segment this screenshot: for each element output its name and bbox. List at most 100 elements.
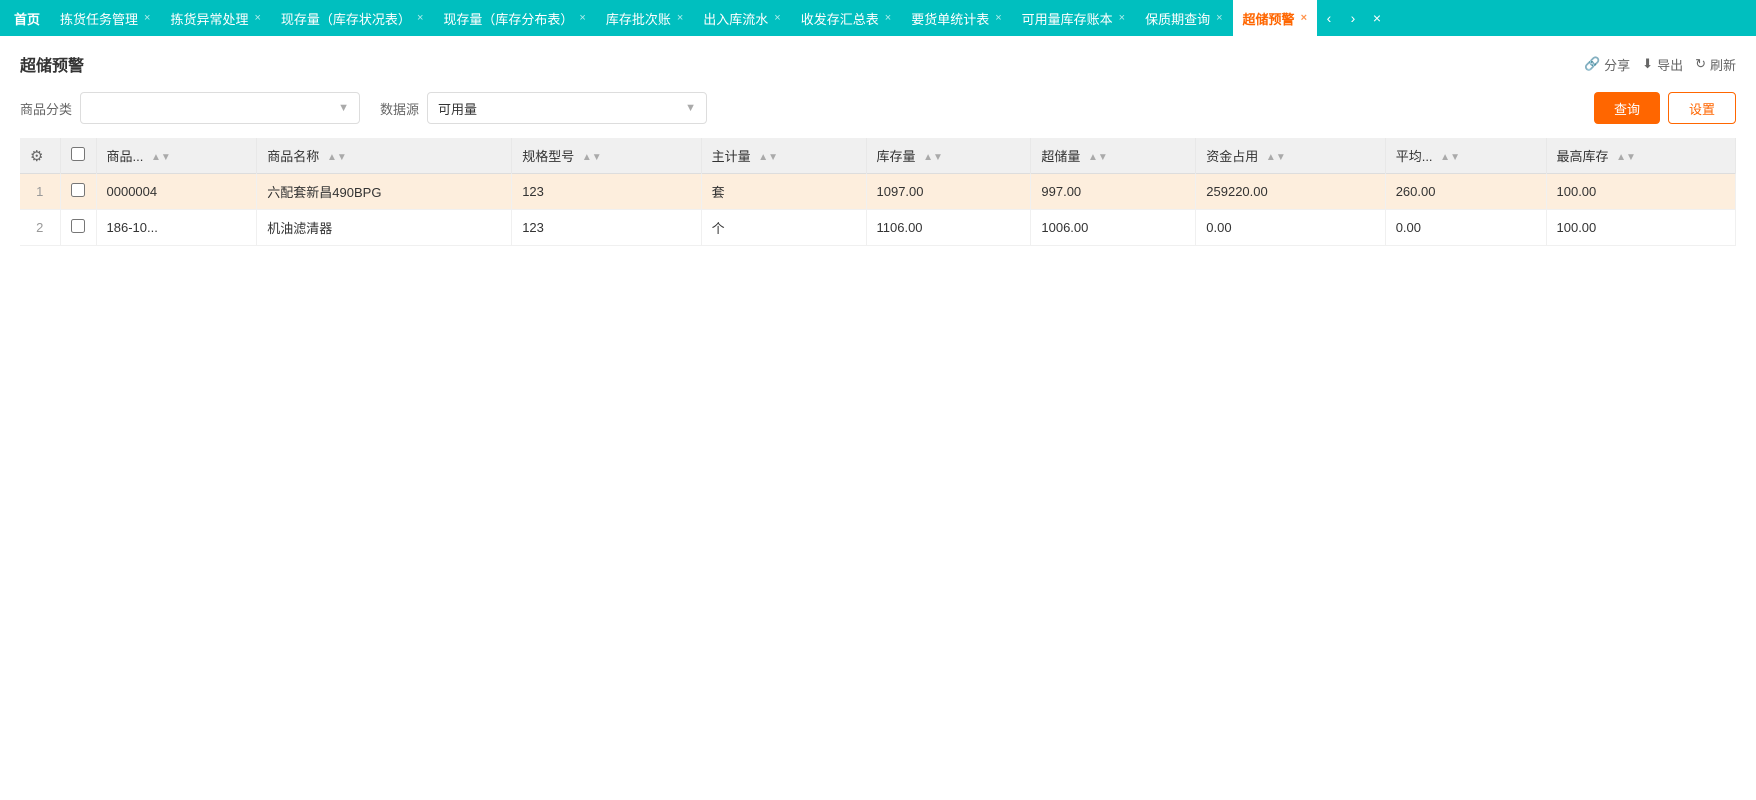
header-row: ⚙ 商品... ▲▼ 商品名称 ▲▼ 规格型号 ▲▼ 主计 bbox=[20, 138, 1736, 174]
col-overstock[interactable]: 超储量 ▲▼ bbox=[1031, 138, 1196, 174]
close-icon[interactable]: × bbox=[1216, 12, 1222, 24]
table-header: ⚙ 商品... ▲▼ 商品名称 ▲▼ 规格型号 ▲▼ 主计 bbox=[20, 138, 1736, 174]
close-icon[interactable]: × bbox=[885, 12, 891, 24]
cell-product-name: 六配套新昌490BPG bbox=[257, 174, 512, 210]
page-header: 超储预警 🔗 分享 ⬇ 导出 ↻ 刷新 bbox=[20, 52, 1736, 76]
header-actions: 🔗 分享 ⬇ 导出 ↻ 刷新 bbox=[1584, 55, 1736, 74]
datasource-label: 数据源 bbox=[380, 99, 419, 118]
top-nav: 首页 拣货任务管理 × 拣货异常处理 × 现存量（库存状况表） × 现存量（库存… bbox=[0, 0, 1756, 36]
cell-stock: 1106.00 bbox=[866, 210, 1031, 246]
close-icon[interactable]: × bbox=[417, 12, 423, 24]
col-max-stock[interactable]: 最高库存 ▲▼ bbox=[1546, 138, 1736, 174]
datasource-value: 可用量 bbox=[438, 99, 477, 118]
nav-item-in-out-flow[interactable]: 出入库流水 × bbox=[693, 0, 790, 36]
category-label: 商品分类 bbox=[20, 99, 72, 118]
cell-spec: 123 bbox=[512, 210, 701, 246]
table-row: 1 0000004 六配套新昌490BPG 123 套 1097.00 997.… bbox=[20, 174, 1736, 210]
sort-icon: ▲▼ bbox=[582, 153, 602, 163]
nav-item-order-stat[interactable]: 要货单统计表 × bbox=[901, 0, 1011, 36]
share-icon: 🔗 bbox=[1584, 56, 1600, 72]
close-icon[interactable]: × bbox=[144, 12, 150, 24]
cell-max-stock: 100.00 bbox=[1546, 210, 1736, 246]
nav-item-home[interactable]: 首页 bbox=[4, 0, 50, 36]
row-checkbox-cell bbox=[60, 174, 96, 210]
col-capital[interactable]: 资金占用 ▲▼ bbox=[1196, 138, 1385, 174]
row-checkbox[interactable] bbox=[71, 183, 85, 197]
nav-item-stock-dist[interactable]: 现存量（库存分布表） × bbox=[433, 0, 595, 36]
row-checkbox-cell bbox=[60, 210, 96, 246]
close-icon[interactable]: × bbox=[254, 12, 260, 24]
nav-arrow-left[interactable]: ‹ bbox=[1317, 0, 1341, 36]
col-checkbox bbox=[60, 138, 96, 174]
settings-button[interactable]: 设置 bbox=[1668, 92, 1736, 124]
chevron-down-icon: ▼ bbox=[685, 102, 696, 114]
chevron-down-icon: ▼ bbox=[338, 102, 349, 114]
col-stock[interactable]: 库存量 ▲▼ bbox=[866, 138, 1031, 174]
refresh-button[interactable]: ↻ 刷新 bbox=[1695, 55, 1736, 74]
nav-item-overstock-warn[interactable]: 超储预警 × bbox=[1233, 0, 1317, 36]
col-spec[interactable]: 规格型号 ▲▼ bbox=[512, 138, 701, 174]
page-content: 超储预警 🔗 分享 ⬇ 导出 ↻ 刷新 商品分类 ▼ 数据源 bbox=[0, 36, 1756, 800]
datasource-filter: 数据源 可用量 ▼ bbox=[380, 92, 707, 124]
nav-item-collect-total[interactable]: 收发存汇总表 × bbox=[791, 0, 901, 36]
col-unit[interactable]: 主计量 ▲▼ bbox=[701, 138, 866, 174]
filter-row: 商品分类 ▼ 数据源 可用量 ▼ 查询 设置 bbox=[20, 92, 1736, 124]
sort-icon: ▲▼ bbox=[1440, 153, 1460, 163]
sort-icon: ▲▼ bbox=[758, 153, 778, 163]
sort-icon: ▲▼ bbox=[1616, 153, 1636, 163]
page-title: 超储预警 bbox=[20, 52, 84, 76]
close-icon[interactable]: × bbox=[1119, 12, 1125, 24]
select-all-checkbox[interactable] bbox=[71, 147, 85, 161]
cell-overstock: 1006.00 bbox=[1031, 210, 1196, 246]
table-row: 2 186-10... 机油滤清器 123 个 1106.00 1006.00 … bbox=[20, 210, 1736, 246]
cell-avg: 260.00 bbox=[1385, 174, 1546, 210]
cell-product-name: 机油滤清器 bbox=[257, 210, 512, 246]
category-select[interactable]: ▼ bbox=[80, 92, 360, 124]
col-avg[interactable]: 平均... ▲▼ bbox=[1385, 138, 1546, 174]
datasource-select[interactable]: 可用量 ▼ bbox=[427, 92, 707, 124]
nav-arrow-right[interactable]: › bbox=[1341, 0, 1365, 36]
nav-arrow-close[interactable]: × bbox=[1365, 0, 1389, 36]
data-table: ⚙ 商品... ▲▼ 商品名称 ▲▼ 规格型号 ▲▼ 主计 bbox=[20, 138, 1736, 246]
cell-unit: 个 bbox=[701, 210, 866, 246]
query-button[interactable]: 查询 bbox=[1594, 92, 1660, 124]
nav-item-batch-account[interactable]: 库存批次账 × bbox=[596, 0, 693, 36]
category-filter: 商品分类 ▼ bbox=[20, 92, 360, 124]
nav-item-quality-check[interactable]: 保质期查询 × bbox=[1135, 0, 1232, 36]
cell-unit: 套 bbox=[701, 174, 866, 210]
refresh-icon: ↻ bbox=[1695, 56, 1706, 72]
nav-item-task-mgmt[interactable]: 拣货任务管理 × bbox=[50, 0, 160, 36]
cell-overstock: 997.00 bbox=[1031, 174, 1196, 210]
filter-buttons: 查询 设置 bbox=[1594, 92, 1736, 124]
sort-icon: ▲▼ bbox=[923, 153, 943, 163]
row-num: 1 bbox=[20, 174, 60, 210]
row-num: 2 bbox=[20, 210, 60, 246]
cell-capital: 259220.00 bbox=[1196, 174, 1385, 210]
nav-item-abnormal[interactable]: 拣货异常处理 × bbox=[160, 0, 270, 36]
export-icon: ⬇ bbox=[1642, 56, 1653, 72]
col-product-name[interactable]: 商品名称 ▲▼ bbox=[257, 138, 512, 174]
close-icon[interactable]: × bbox=[579, 12, 585, 24]
row-checkbox[interactable] bbox=[71, 219, 85, 233]
close-icon[interactable]: × bbox=[774, 12, 780, 24]
cell-capital: 0.00 bbox=[1196, 210, 1385, 246]
sort-icon: ▲▼ bbox=[1266, 153, 1286, 163]
nav-item-available-account[interactable]: 可用量库存账本 × bbox=[1012, 0, 1135, 36]
share-button[interactable]: 🔗 分享 bbox=[1584, 55, 1630, 74]
sort-icon: ▲▼ bbox=[151, 153, 171, 163]
cell-avg: 0.00 bbox=[1385, 210, 1546, 246]
close-icon[interactable]: × bbox=[995, 12, 1001, 24]
cell-product-code: 186-10... bbox=[96, 210, 257, 246]
table-body: 1 0000004 六配套新昌490BPG 123 套 1097.00 997.… bbox=[20, 174, 1736, 246]
sort-icon: ▲▼ bbox=[1088, 153, 1108, 163]
close-icon[interactable]: × bbox=[1301, 12, 1307, 24]
cell-spec: 123 bbox=[512, 174, 701, 210]
col-product-code[interactable]: 商品... ▲▼ bbox=[96, 138, 257, 174]
export-button[interactable]: ⬇ 导出 bbox=[1642, 55, 1683, 74]
cell-max-stock: 100.00 bbox=[1546, 174, 1736, 210]
nav-item-stock-status[interactable]: 现存量（库存状况表） × bbox=[271, 0, 433, 36]
gear-icon[interactable]: ⚙ bbox=[30, 148, 43, 165]
cell-stock: 1097.00 bbox=[866, 174, 1031, 210]
sort-icon: ▲▼ bbox=[327, 153, 347, 163]
close-icon[interactable]: × bbox=[677, 12, 683, 24]
